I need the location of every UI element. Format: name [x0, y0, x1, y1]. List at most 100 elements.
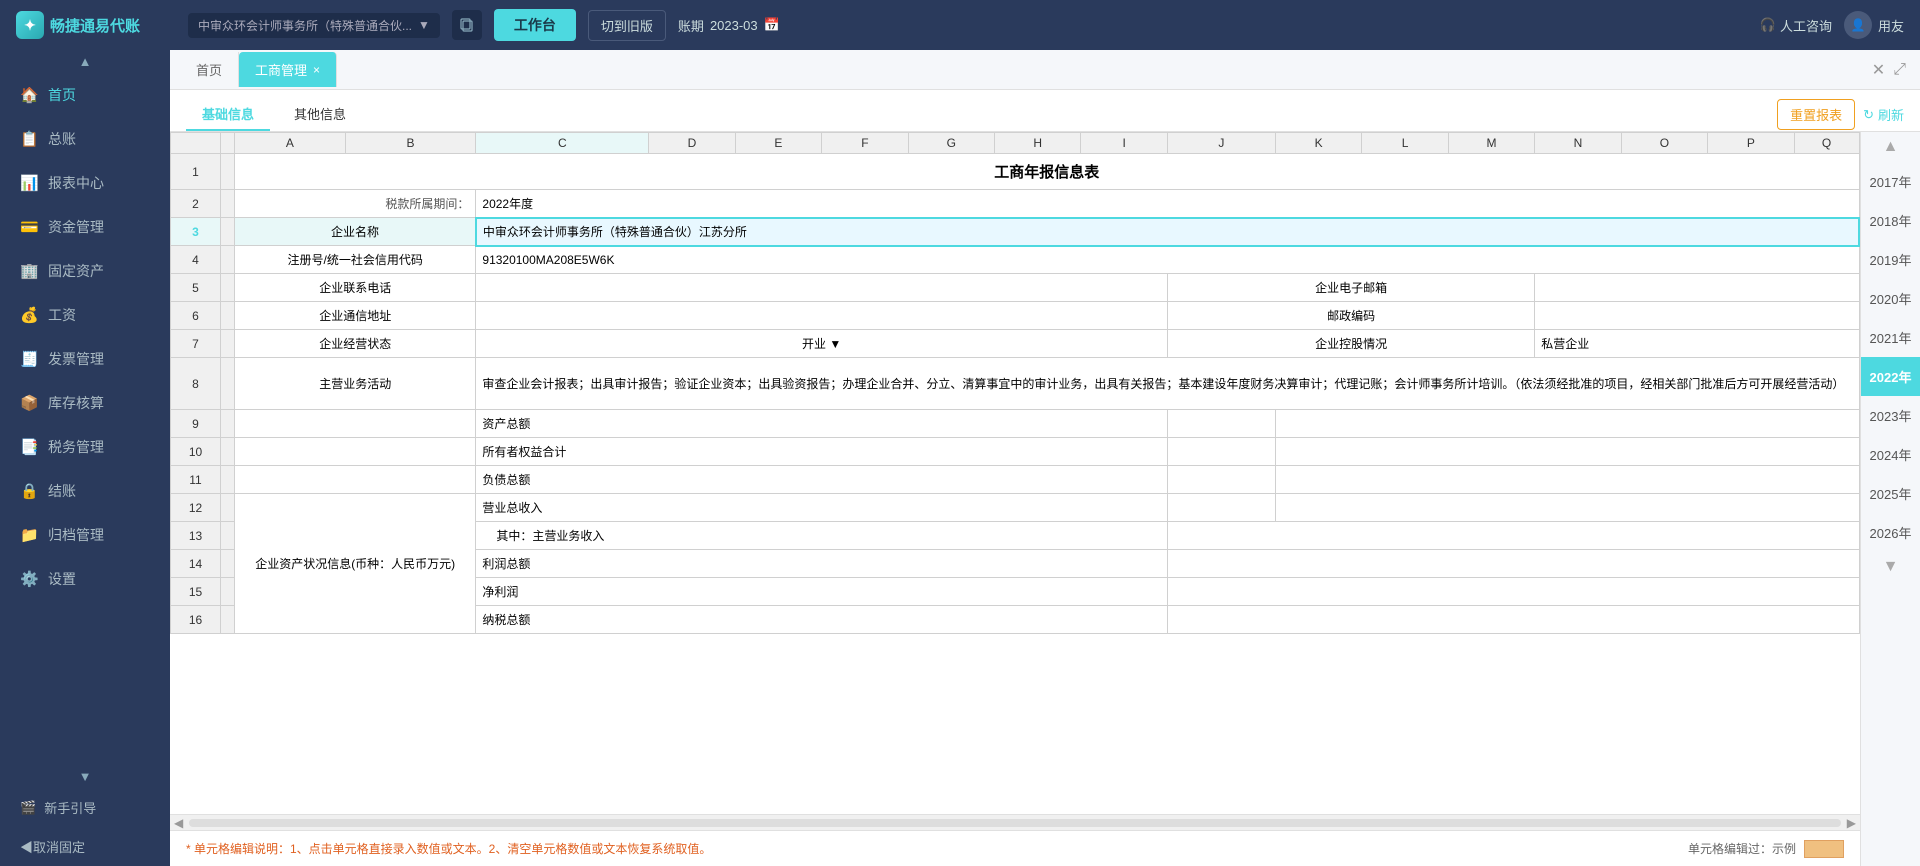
expand-button[interactable]: ⤢ [1889, 57, 1910, 83]
row-num: 11 [171, 466, 221, 494]
col-header-A[interactable]: A [235, 133, 346, 154]
net-profit-value-cell[interactable] [1167, 578, 1859, 606]
col-header-O[interactable]: O [1621, 133, 1707, 154]
tab-close-icon[interactable]: × [313, 63, 320, 77]
year-item-2026[interactable]: 2026年 [1861, 513, 1920, 552]
guide-icon: 🎬 [20, 800, 36, 816]
year-item-2024[interactable]: 2024年 [1861, 435, 1920, 474]
horizontal-scrollbar[interactable]: ◀ ▶ [170, 814, 1860, 830]
close-all-tabs-button[interactable]: ✕ [1868, 56, 1889, 84]
sidebar-item-home[interactable]: 🏠 首页 [0, 73, 170, 117]
sidebar-item-funds[interactable]: 💳 资金管理 [0, 205, 170, 249]
shareholding-value-cell[interactable]: 私营企业 [1535, 330, 1859, 358]
tax-total-value-cell[interactable] [1167, 606, 1859, 634]
assets-total-value-cell[interactable] [1167, 410, 1275, 438]
col-header-E[interactable]: E [735, 133, 821, 154]
sidebar-item-inventory[interactable]: 📦 库存核算 [0, 381, 170, 425]
col-header-Q[interactable]: Q [1794, 133, 1859, 154]
row9-ext-cell[interactable] [1275, 410, 1859, 438]
main-biz-label-cell: 主营业务活动 [235, 358, 476, 410]
year-panel-up-button[interactable]: ▲ [1877, 132, 1905, 162]
row9-label-cell [235, 410, 476, 438]
headset-icon: 🎧 [1760, 17, 1776, 33]
row-num: 4 [171, 246, 221, 274]
col-header-M[interactable]: M [1448, 133, 1534, 154]
copy-icon[interactable] [452, 10, 482, 40]
sheet-title-cell[interactable]: 工商年报信息表 [235, 154, 1860, 190]
email-value-cell[interactable] [1535, 274, 1859, 302]
year-item-2021[interactable]: 2021年 [1861, 318, 1920, 357]
company-selector[interactable]: 中审众环会计师事务所（特殊普通合伙... ▼ [188, 13, 440, 38]
ledger-icon: 📋 [20, 130, 38, 148]
liabilities-value-cell[interactable] [1167, 466, 1275, 494]
equity-value-cell[interactable] [1167, 438, 1275, 466]
postal-value-cell[interactable] [1535, 302, 1859, 330]
scroll-track[interactable] [189, 819, 1841, 827]
old-version-button[interactable]: 切到旧版 [588, 10, 666, 41]
row12-ext-cell[interactable] [1275, 494, 1859, 522]
tab-home[interactable]: 首页 [180, 52, 239, 87]
workbench-button[interactable]: 工作台 [494, 9, 576, 41]
col-header-P[interactable]: P [1708, 133, 1794, 154]
archive-icon: 📁 [20, 526, 38, 544]
col-header-J[interactable]: J [1167, 133, 1275, 154]
tab-business-mgmt[interactable]: 工商管理 × [239, 52, 337, 87]
sub-tab-other-info[interactable]: 其他信息 [278, 98, 362, 131]
sidebar-item-ledger[interactable]: 📋 总账 [0, 117, 170, 161]
year-item-2023[interactable]: 2023年 [1861, 396, 1920, 435]
profit-value-cell[interactable] [1167, 550, 1859, 578]
scroll-right-icon[interactable]: ▶ [1847, 816, 1856, 830]
consult-button[interactable]: 🎧 人工咨询 [1760, 16, 1832, 35]
sidebar-item-settings[interactable]: ⚙️ 设置 [0, 557, 170, 601]
address-value-cell[interactable] [476, 302, 1168, 330]
year-item-2018[interactable]: 2018年 [1861, 201, 1920, 240]
col-header-C[interactable]: C [476, 133, 649, 154]
sidebar-item-salary[interactable]: 💰 工资 [0, 293, 170, 337]
biz-status-value-cell[interactable]: 开业 ▼ [476, 330, 1168, 358]
year-item-2025[interactable]: 2025年 [1861, 474, 1920, 513]
main-revenue-value-cell[interactable] [1167, 522, 1859, 550]
sidebar-scroll-up[interactable]: ▲ [0, 50, 170, 73]
refresh-button[interactable]: ↻ 刷新 [1863, 105, 1904, 124]
col-header-G[interactable]: G [908, 133, 994, 154]
other-info-label: 其他信息 [294, 107, 346, 122]
col-header-I[interactable]: I [1081, 133, 1167, 154]
col-header-D[interactable]: D [649, 133, 735, 154]
col-header-B[interactable]: B [345, 133, 476, 154]
col-header-F[interactable]: F [822, 133, 908, 154]
col-header-N[interactable]: N [1535, 133, 1621, 154]
year-item-2020[interactable]: 2020年 [1861, 279, 1920, 318]
calendar-icon[interactable]: 📅 [764, 17, 780, 33]
col-header-H[interactable]: H [995, 133, 1081, 154]
user-area[interactable]: 👤 用友 [1844, 11, 1904, 39]
sidebar-scroll-down[interactable]: ▼ [0, 765, 170, 788]
main-biz-value-cell[interactable]: 审查企业会计报表；出具审计报告；验证企业资本；出具验资报告；办理企业合并、分立、… [476, 358, 1859, 410]
sidebar-cancel-fix[interactable]: ◀取消固定 [0, 827, 170, 866]
sidebar-item-invoice[interactable]: 🧾 发票管理 [0, 337, 170, 381]
sidebar-item-close[interactable]: 🔒 结账 [0, 469, 170, 513]
total-revenue-value-cell[interactable] [1167, 494, 1275, 522]
year-item-2022[interactable]: 2022年 [1861, 357, 1920, 396]
sidebar-item-archive[interactable]: 📁 归档管理 [0, 513, 170, 557]
sidebar-item-reports[interactable]: 📊 报表中心 [0, 161, 170, 205]
sidebar-new-guide[interactable]: 🎬 新手引导 [0, 788, 170, 827]
spreadsheet-container[interactable]: A B C D E F G H I J K L [170, 132, 1860, 814]
year-item-2017[interactable]: 2017年 [1861, 162, 1920, 201]
row10-ext-cell[interactable] [1275, 438, 1859, 466]
col-header-K[interactable]: K [1275, 133, 1361, 154]
reset-report-button[interactable]: 重置报表 [1777, 99, 1855, 130]
scroll-left-icon[interactable]: ◀ [174, 816, 183, 830]
cell [221, 302, 235, 330]
row11-ext-cell[interactable] [1275, 466, 1859, 494]
new-guide-label: 新手引导 [44, 798, 96, 817]
year-item-2019[interactable]: 2019年 [1861, 240, 1920, 279]
year-panel-down-button[interactable]: ▼ [1877, 552, 1905, 582]
phone-value-cell[interactable] [476, 274, 1168, 302]
sidebar-item-tax[interactable]: 📑 税务管理 [0, 425, 170, 469]
company-name-value-cell[interactable]: 中审众环会计师事务所（特殊普通合伙）江苏分所 [476, 218, 1859, 246]
sidebar-item-assets[interactable]: 🏢 固定资产 [0, 249, 170, 293]
col-header-L[interactable]: L [1362, 133, 1448, 154]
reg-value-cell[interactable]: 91320100MA208E5W6K [476, 246, 1859, 274]
sub-tab-basic-info[interactable]: 基础信息 [186, 98, 270, 131]
period-value-cell[interactable]: 2022年度 [476, 190, 1859, 218]
